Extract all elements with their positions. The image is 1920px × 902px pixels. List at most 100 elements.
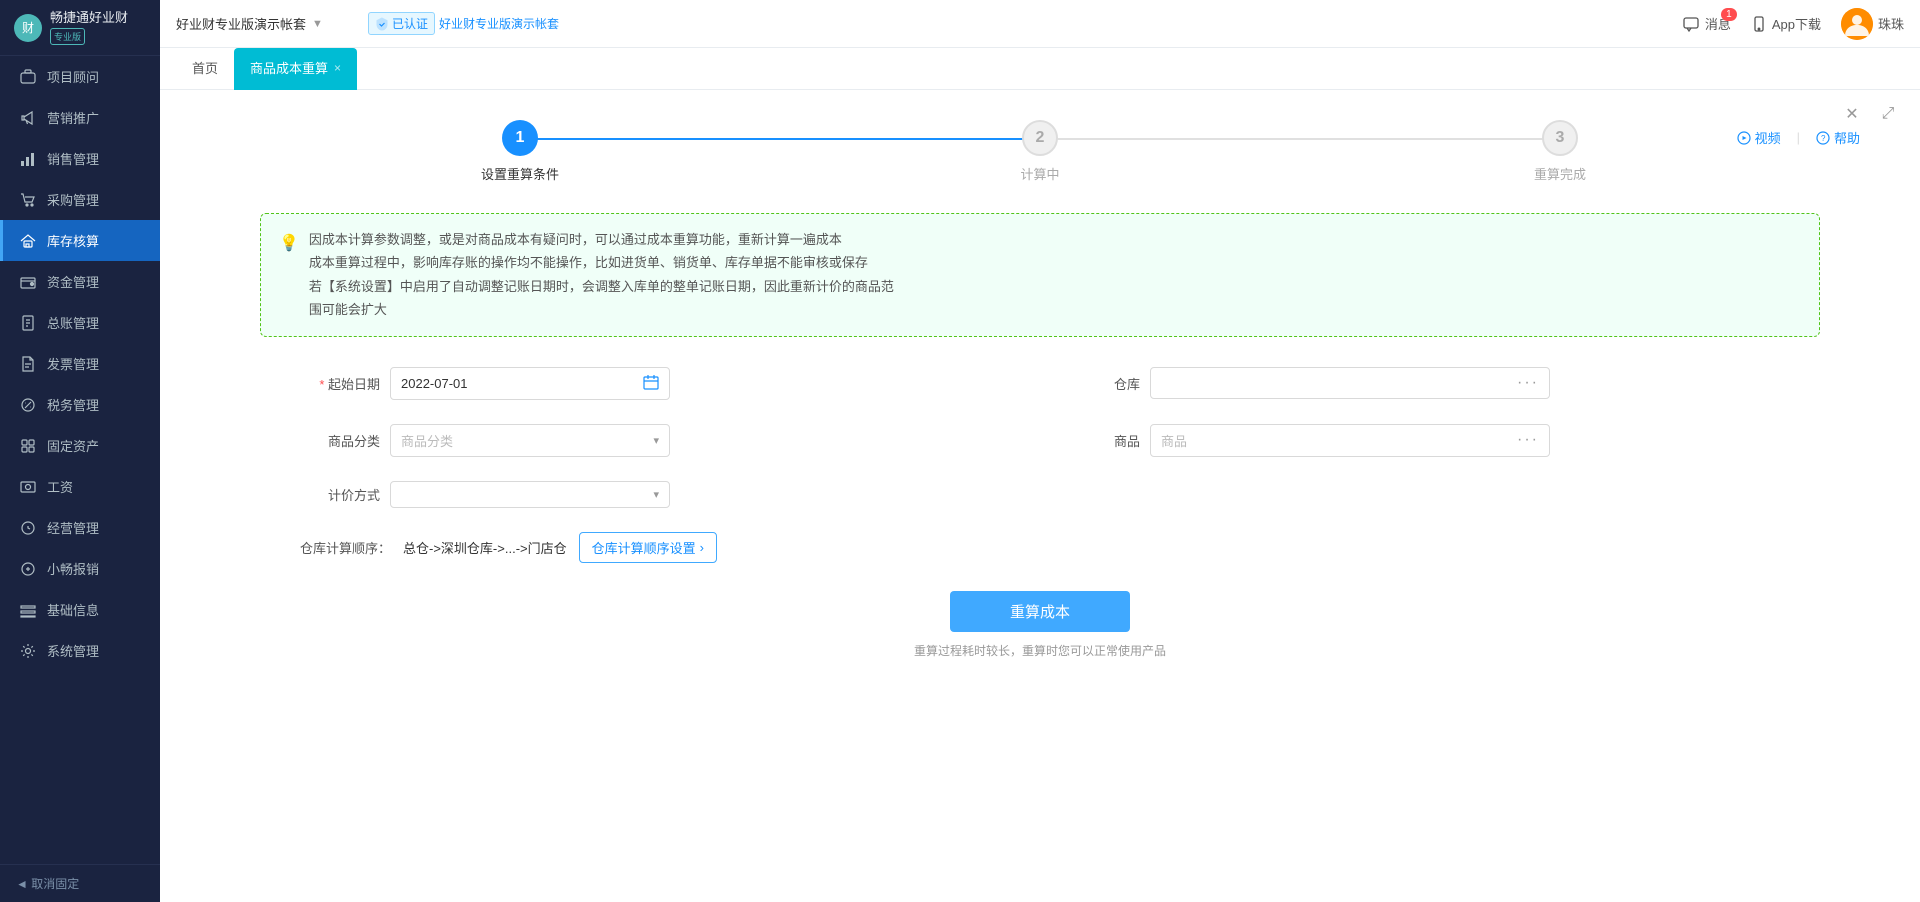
cart-icon <box>19 191 37 209</box>
goods-dots-icon: ··· <box>1517 431 1539 449</box>
username: 珠珠 <box>1878 14 1904 33</box>
tab-home-label: 首页 <box>192 58 218 77</box>
recalc-btn-label: 重算成本 <box>1010 604 1070 621</box>
steps-container: 1 设置重算条件 2 计算中 3 重算完成 <box>200 120 1880 183</box>
help-divider: | <box>1797 130 1800 145</box>
verified-badge: 已认证 <box>368 12 435 35</box>
sidebar-item-finance[interactable]: 资金管理 <box>0 261 160 302</box>
warehouse-order-btn-label: 仓库计算顺序设置 <box>592 538 696 557</box>
pricing-input[interactable]: ▾ <box>390 481 670 508</box>
warning-icon: 💡 <box>279 230 299 322</box>
sidebar-item-marketing[interactable]: 营销推广 <box>0 97 160 138</box>
sidebar-label-inventory: 库存核算 <box>47 231 99 250</box>
form-row-1: 起始日期 2022-07-01 仓库 <box>300 367 1780 400</box>
step-2: 2 计算中 <box>780 120 1300 183</box>
warehouse-order-btn[interactable]: 仓库计算顺序设置 › <box>579 532 717 563</box>
message-icon <box>1682 15 1700 33</box>
tab-recalc[interactable]: 商品成本重算 × <box>234 48 357 90</box>
sidebar-label-purchase: 采购管理 <box>47 190 99 209</box>
sidebar-item-system[interactable]: 系统管理 <box>0 630 160 671</box>
recalc-note: 重算过程耗时较长，重算时您可以正常使用产品 <box>914 642 1166 659</box>
sidebar-item-expense[interactable]: 小畅报销 <box>0 548 160 589</box>
logo-text-block: 畅捷通好业财 专业版 <box>50 10 128 46</box>
svg-text:?: ? <box>1821 134 1826 143</box>
wallet-icon <box>19 273 37 291</box>
warehouse-order-value: 总仓->深圳仓库->...->门店仓 <box>403 538 567 557</box>
sidebar-item-tax[interactable]: 税务管理 <box>0 384 160 425</box>
sidebar-item-inventory[interactable]: 库存核算 <box>0 220 160 261</box>
start-date-value: 2022-07-01 <box>401 376 637 391</box>
verified-label: 已认证 <box>392 15 428 32</box>
home-icon <box>19 232 37 250</box>
warehouse-input[interactable]: ··· <box>1150 367 1550 399</box>
step-2-circle: 2 <box>1022 120 1058 156</box>
sidebar-item-invoice[interactable]: 发票管理 <box>0 343 160 384</box>
tabbar: 首页 商品成本重算 × <box>160 48 1920 90</box>
goods-field: 商品 商品 ··· <box>1060 424 1780 457</box>
sidebar-item-salary[interactable]: 工资 <box>0 466 160 507</box>
sidebar-item-asset[interactable]: 固定资产 <box>0 425 160 466</box>
tax-icon <box>19 396 37 414</box>
sidebar-label-basic: 基础信息 <box>47 600 99 619</box>
sidebar-label-invoice: 发票管理 <box>47 354 99 373</box>
info-text: 因成本计算参数调整，或是对商品成本有疑问时，可以通过成本重算功能，重新计算一遍成… <box>309 228 894 322</box>
sidebar-nav: 项目顾问 营销推广 销售管理 <box>0 56 160 864</box>
help-links: 视频 | ? 帮助 <box>1737 128 1860 147</box>
verified-company: 好业财专业版演示帐套 <box>439 15 559 32</box>
play-icon <box>1737 131 1751 145</box>
step-1-label: 设置重算条件 <box>481 164 559 183</box>
recalc-button[interactable]: 重算成本 <box>950 591 1130 632</box>
ops-icon <box>19 519 37 537</box>
tab-home[interactable]: 首页 <box>176 48 234 90</box>
sidebar-label-ledger: 总账管理 <box>47 313 99 332</box>
sidebar-label-expense: 小畅报销 <box>47 559 99 578</box>
help-button[interactable]: ? 帮助 <box>1816 128 1860 147</box>
sidebar: 财 畅捷通好业财 专业版 项目顾问 营销推广 <box>0 0 160 902</box>
info-line-1: 因成本计算参数调整，或是对商品成本有疑问时，可以通过成本重算功能，重新计算一遍成… <box>309 228 894 251</box>
video-help-button[interactable]: 视频 <box>1737 128 1781 147</box>
info-line-4: 围可能会扩大 <box>309 298 894 321</box>
goods-placeholder: 商品 <box>1161 431 1511 450</box>
goods-input[interactable]: 商品 ··· <box>1150 424 1550 457</box>
expense-icon <box>19 560 37 578</box>
form-row-2: 商品分类 商品分类 ▾ 商品 商品 ··· <box>300 424 1780 457</box>
category-chevron-icon: ▾ <box>653 434 659 447</box>
message-button[interactable]: 消息 1 <box>1682 14 1731 33</box>
info-line-2: 成本重算过程中，影响库存账的操作均不能操作，比如进货单、销货单、库存单据不能审核… <box>309 251 894 274</box>
warehouse-field: 仓库 ··· <box>1060 367 1780 399</box>
basic-icon <box>19 601 37 619</box>
step-3-label: 重算完成 <box>1534 164 1586 183</box>
recalc-section: 重算成本 重算过程耗时较长，重算时您可以正常使用产品 <box>300 591 1780 659</box>
sidebar-label-finance: 资金管理 <box>47 272 99 291</box>
sidebar-item-basic[interactable]: 基础信息 <box>0 589 160 630</box>
asset-icon <box>19 437 37 455</box>
pricing-chevron-icon: ▾ <box>653 488 659 501</box>
company-selector[interactable]: 好业财专业版演示帐套 ▼ <box>176 14 356 33</box>
logo-badge: 专业版 <box>50 28 85 45</box>
logo-icon: 财 <box>14 14 42 42</box>
help-label: 帮助 <box>1834 128 1860 147</box>
topbar-actions: 消息 1 App下载 珠珠 <box>1682 8 1904 40</box>
sidebar-item-project[interactable]: 项目顾问 <box>0 56 160 97</box>
category-placeholder: 商品分类 <box>401 431 647 450</box>
user-menu[interactable]: 珠珠 <box>1841 8 1904 40</box>
warehouse-order-row: 仓库计算顺序： 总仓->深圳仓库->...->门店仓 仓库计算顺序设置 › <box>300 532 1780 563</box>
app-download-button[interactable]: App下载 <box>1751 14 1821 33</box>
unpin-text: ◄ 取消固定 <box>16 875 79 892</box>
sidebar-label-marketing: 营销推广 <box>47 108 99 127</box>
tab-recalc-close[interactable]: × <box>334 61 341 75</box>
sidebar-item-operations[interactable]: 经营管理 <box>0 507 160 548</box>
start-date-input[interactable]: 2022-07-01 <box>390 367 670 400</box>
start-date-field: 起始日期 2022-07-01 <box>300 367 1020 400</box>
sidebar-item-sales[interactable]: 销售管理 <box>0 138 160 179</box>
sidebar-item-purchase[interactable]: 采购管理 <box>0 179 160 220</box>
megaphone-icon <box>19 109 37 127</box>
form-row-3: 计价方式 ▾ <box>300 481 1780 508</box>
step-1-num: 1 <box>516 129 525 147</box>
warehouse-dots-icon: ··· <box>1517 374 1539 392</box>
sidebar-item-ledger[interactable]: 总账管理 <box>0 302 160 343</box>
category-input[interactable]: 商品分类 ▾ <box>390 424 670 457</box>
sidebar-label-operations: 经营管理 <box>47 518 99 537</box>
info-box: 💡 因成本计算参数调整，或是对商品成本有疑问时，可以通过成本重算功能，重新计算一… <box>260 213 1820 337</box>
sidebar-unpin[interactable]: ◄ 取消固定 <box>0 864 160 902</box>
